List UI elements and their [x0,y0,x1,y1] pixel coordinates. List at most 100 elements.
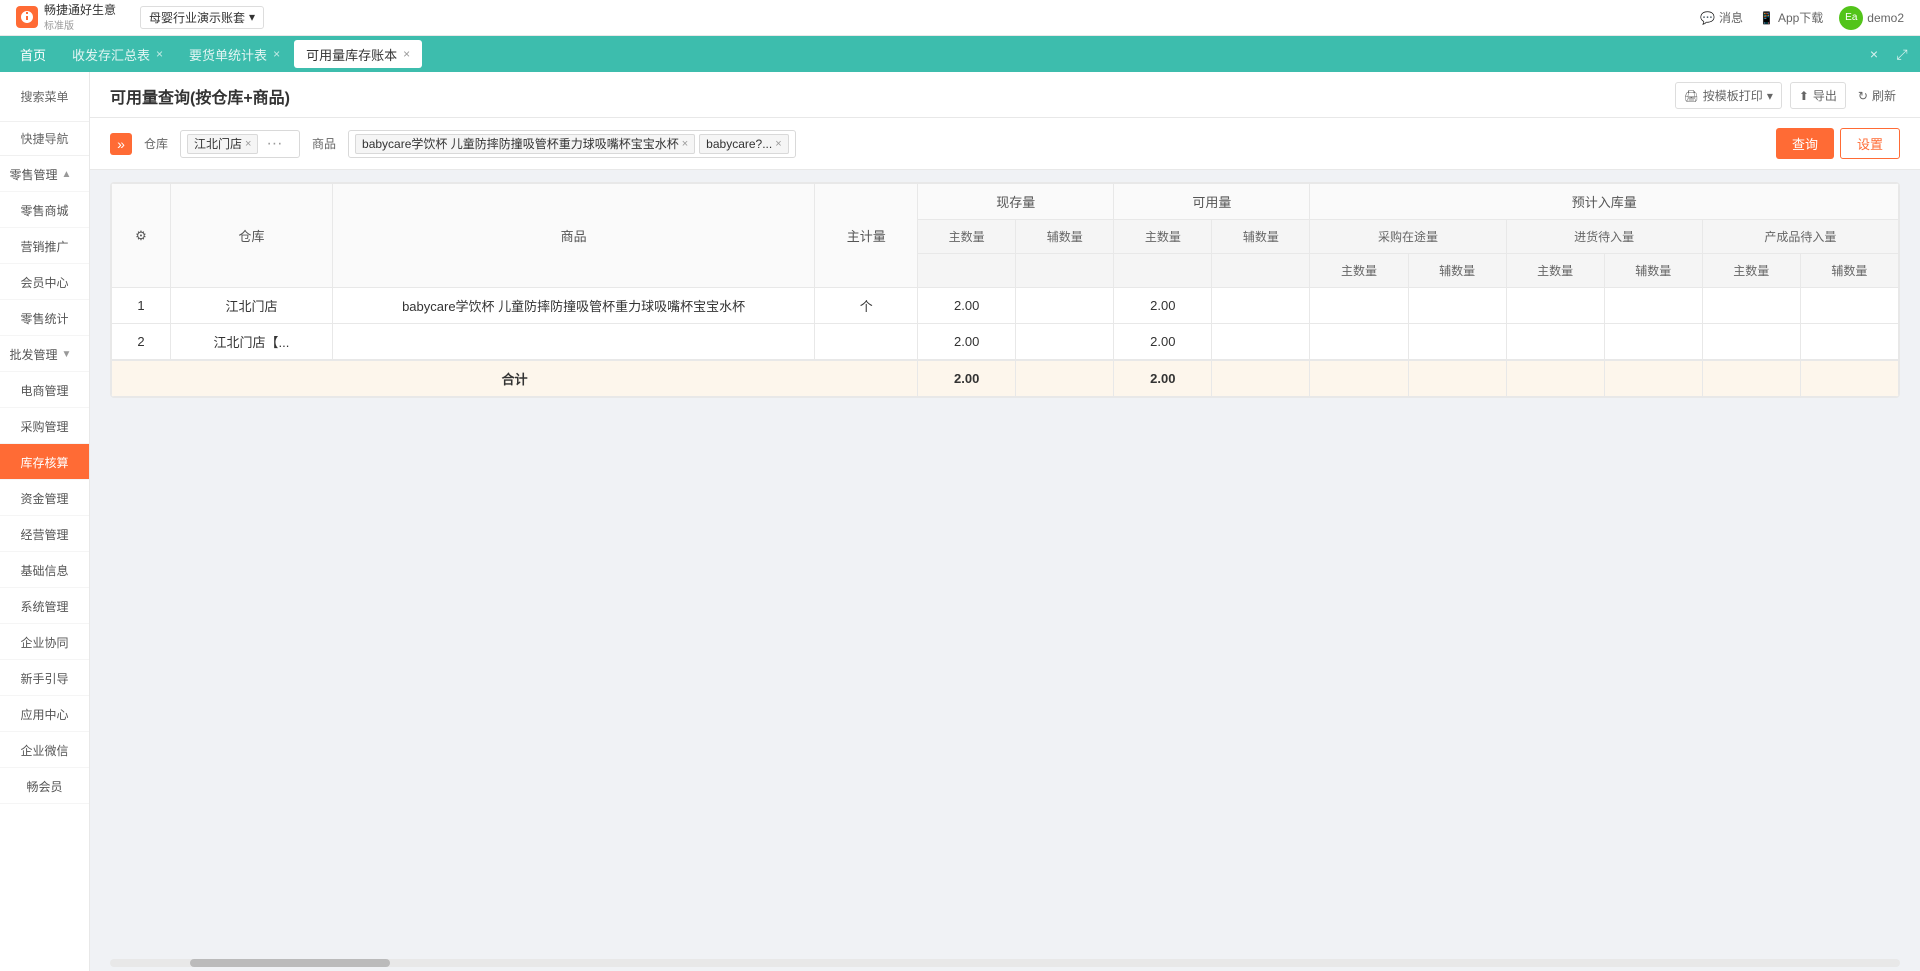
sidebar-item-vip-member[interactable]: 畅会员 [0,768,89,804]
sidebar-item-retail-mgmt[interactable]: 零售管理 ▲ [0,156,89,192]
app-download-action[interactable]: 📱 App下载 [1759,9,1823,26]
sidebar-item-ops-mgmt[interactable]: 经营管理 [0,516,89,552]
col-header-planned-inbound: 预计入库量 [1310,184,1899,220]
filter-expand-btn[interactable]: » [110,133,132,155]
settings-btn[interactable]: 设置 [1840,128,1900,159]
sidebar-item-purchase-mgmt[interactable]: 采购管理 [0,408,89,444]
page-header: 可用量查询(按仓库+商品) 🖨 按模板打印 ▾ ⬆ 导出 ↻ 刷新 [90,72,1920,118]
content-area: 可用量查询(按仓库+商品) 🖨 按模板打印 ▾ ⬆ 导出 ↻ 刷新 » [90,72,1920,971]
maximize-window-btn[interactable]: ⤢ [1892,44,1912,64]
close-window-btn[interactable]: × [1864,44,1884,64]
table-footer-row: 合计 2.00 2.00 [112,360,1899,397]
sidebar-label: 零售管理 [10,166,58,183]
table-container: ⚙ 仓库 商品 主计量 现存量 可用量 预计入库量 主数量 辅数量 [90,170,1920,955]
brand-text: 畅捷通好生意 标准版 [44,3,116,32]
close-tab-1[interactable]: × [156,48,163,60]
user-profile[interactable]: Ea demo2 [1839,6,1904,30]
sidebar-item-marketing[interactable]: 营销推广 [0,228,89,264]
row1-warehouse: 江北门店 [170,288,332,324]
industry-selector[interactable]: 母婴行业演示账套 ▾ [140,6,264,29]
table-row: 1 江北门店 babycare学饮杯 儿童防摔防撞吸管杯重力球吸嘴杯宝宝水杯 个… [112,288,1899,324]
close-tab-2[interactable]: × [273,48,280,60]
col-stock-main-qty: 主数量 [918,220,1016,254]
col-pur-sub: 辅数量 [1408,254,1506,288]
footer-prod-sub [1800,360,1898,397]
row1-unit: 个 [815,288,918,324]
col-header-main-unit: 主计量 [815,184,918,288]
row2-avail-main: 2.00 [1114,324,1212,361]
tab-home[interactable]: 首页 [8,40,58,68]
footer-prod-main [1702,360,1800,397]
col-prod-sub: 辅数量 [1800,254,1898,288]
row1-prod-sub [1800,288,1898,324]
table-row: 2 江北门店【... 2.00 2.00 [112,324,1899,361]
tab-available-inventory[interactable]: 可用量库存账本 × [294,40,422,68]
query-btn[interactable]: 查询 [1776,128,1834,159]
sidebar-item-new-guide[interactable]: 新手引导 [0,660,89,696]
close-tab-3[interactable]: × [403,48,410,60]
chevron-icon: ▼ [62,349,72,360]
tab-order-stats[interactable]: 要货单统计表 × [177,40,292,68]
col-stock-sub-qty2 [1016,254,1114,288]
sidebar-item-member[interactable]: 会员中心 [0,264,89,300]
refresh-btn[interactable]: ↻ 刷新 [1854,83,1900,108]
filter-area: » 仓库 江北门店 × ··· 商品 babycare学饮杯 儿童防摔防撞吸管杯… [90,118,1920,170]
sidebar-item-retail-stats[interactable]: 零售统计 [0,300,89,336]
col-product-pending: 产成品待入量 [1702,220,1898,254]
col-inb-sub: 辅数量 [1604,254,1702,288]
row2-pur-main [1310,324,1408,361]
template-print-btn[interactable]: 🖨 按模板打印 ▾ [1675,82,1782,109]
sidebar-item-finance-mgmt[interactable]: 资金管理 [0,480,89,516]
sidebar-item-ecom-mgmt[interactable]: 电商管理 [0,372,89,408]
remove-product-tag-1[interactable]: × [682,138,688,150]
row1-stock-main: 2.00 [918,288,1016,324]
sidebar-item-quick-nav[interactable]: 快捷导航 [0,122,89,156]
data-table: ⚙ 仓库 商品 主计量 现存量 可用量 预计入库量 主数量 辅数量 [111,183,1899,397]
window-controls: × ⤢ [1864,44,1912,64]
table-settings-icon[interactable]: ⚙ [112,184,171,288]
top-bar-left: 畅捷通好生意 标准版 母婴行业演示账套 ▾ [16,3,264,32]
top-bar: 畅捷通好生意 标准版 母婴行业演示账套 ▾ 💬 消息 📱 App下载 Ea de… [0,0,1920,36]
brand-icon [16,6,38,28]
col-stock-sub-qty: 辅数量 [1016,220,1114,254]
sidebar-item-enterprise-collab[interactable]: 企业协同 [0,624,89,660]
remove-warehouse-tag[interactable]: × [245,138,251,150]
footer-inb-main [1506,360,1604,397]
sidebar-item-wholesale-mgmt[interactable]: 批发管理 ▼ [0,336,89,372]
row2-prod-sub [1800,324,1898,361]
message-action[interactable]: 💬 消息 [1700,9,1743,26]
sidebar-search-area: 搜索菜单 [0,72,89,122]
sidebar-item-basic-info[interactable]: 基础信息 [0,552,89,588]
top-bar-right: 💬 消息 📱 App下载 Ea demo2 [1700,6,1904,30]
row1-pur-main [1310,288,1408,324]
warehouse-filter-tags[interactable]: 江北门店 × ··· [180,130,300,158]
print-icon: 🖨 [1684,89,1699,103]
row1-avail-main: 2.00 [1114,288,1212,324]
chevron-icon: ▲ [62,169,72,180]
col-stock-main-qty2 [918,254,1016,288]
page-title: 可用量查询(按仓库+商品) [110,84,290,108]
sidebar-item-inventory-check[interactable]: 库存核算 [0,444,89,480]
export-btn[interactable]: ⬆ 导出 [1790,82,1846,109]
filter-more-dots[interactable]: ··· [262,135,286,153]
table-footer [90,955,1920,971]
row2-unit [815,324,918,361]
search-menu-btn[interactable]: 搜索菜单 [8,82,81,111]
tab-receive-summary[interactable]: 收发存汇总表 × [60,40,175,68]
nav-tabs: 首页 收发存汇总表 × 要货单统计表 × 可用量库存账本 × × ⤢ [0,36,1920,72]
row1-inb-sub [1604,288,1702,324]
footer-pur-sub [1408,360,1506,397]
footer-stock-sub [1016,360,1114,397]
brand-logo: 畅捷通好生意 标准版 [16,3,116,32]
remove-product-tag-2[interactable]: × [775,138,781,150]
sidebar-item-retail-mall[interactable]: 零售商城 [0,192,89,228]
sidebar-item-enterprise-wechat[interactable]: 企业微信 [0,732,89,768]
sidebar-item-sys-mgmt[interactable]: 系统管理 [0,588,89,624]
sidebar-item-app-center[interactable]: 应用中心 [0,696,89,732]
scrollbar-thumb[interactable] [190,959,390,967]
scrollbar-track[interactable] [110,959,1900,967]
row1-avail-sub [1212,288,1310,324]
row2-warehouse: 江北门店【... [170,324,332,361]
product-filter-tags[interactable]: babycare学饮杯 儿童防摔防撞吸管杯重力球吸嘴杯宝宝水杯 × babyca… [348,130,796,158]
row1-product: babycare学饮杯 儿童防摔防撞吸管杯重力球吸嘴杯宝宝水杯 [333,288,815,324]
